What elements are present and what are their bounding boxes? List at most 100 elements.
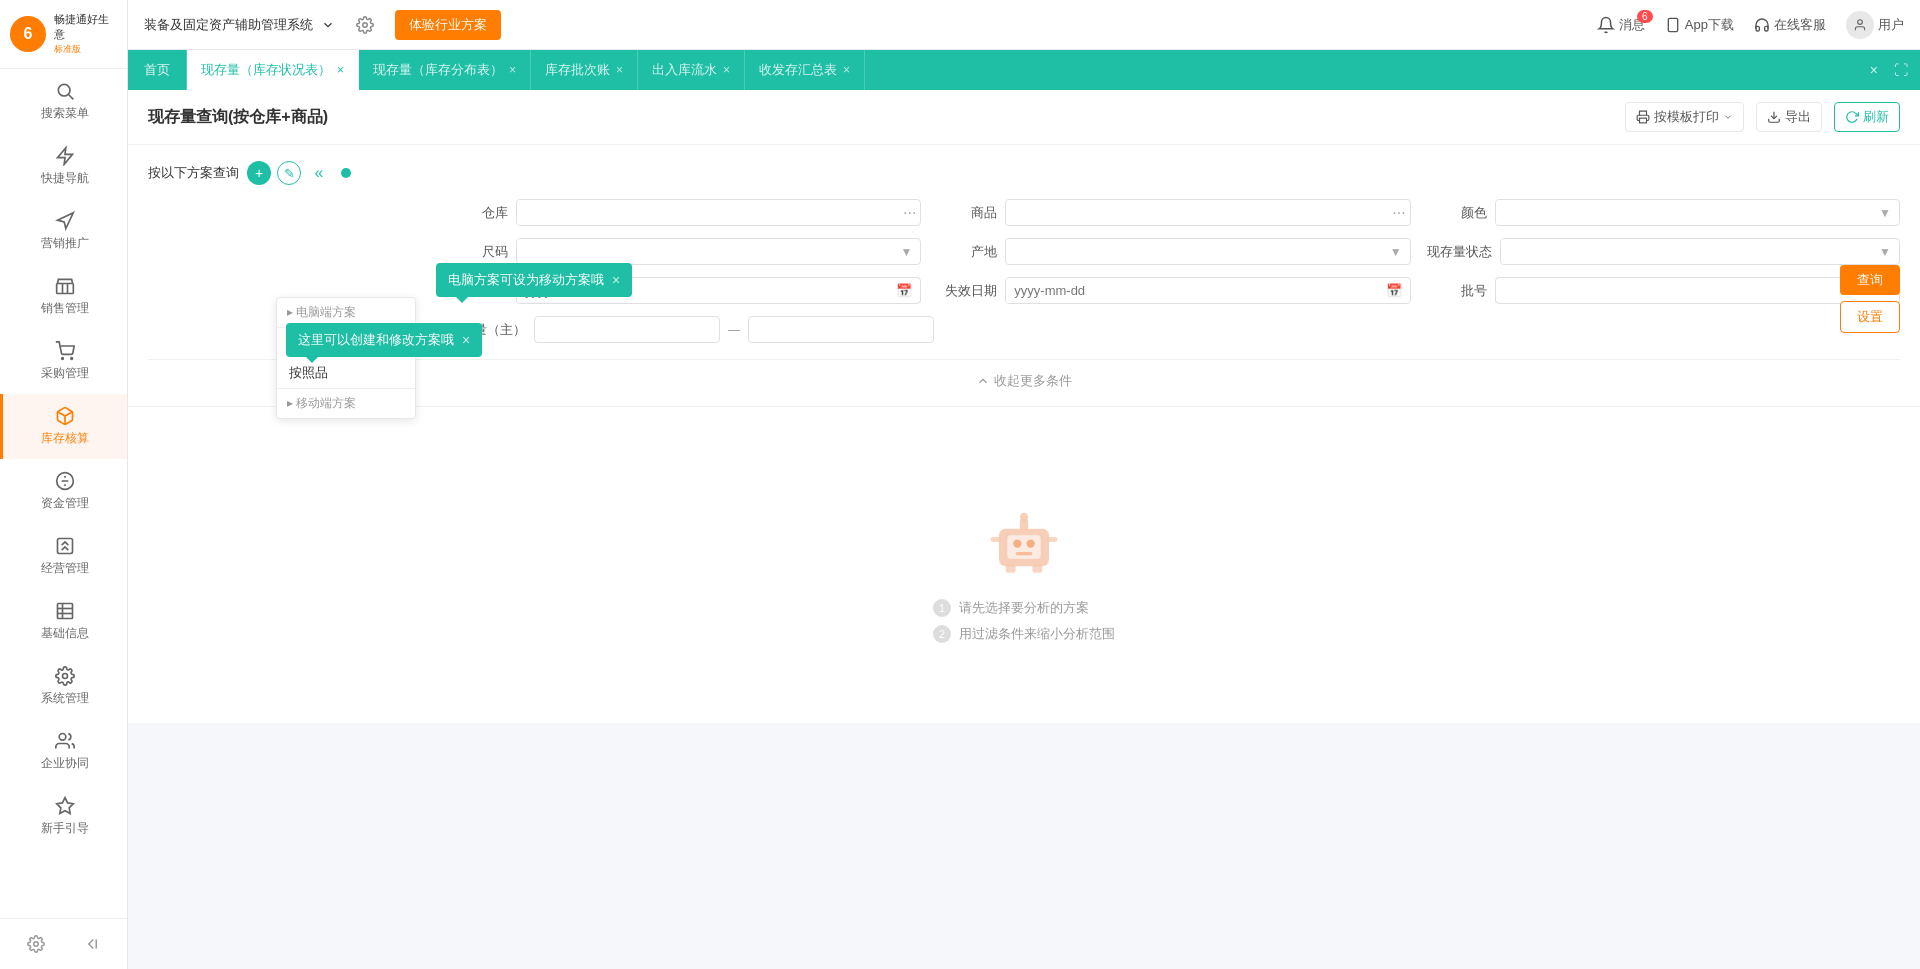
scheme-item-label-2: 按照品 [289, 364, 328, 382]
sidebar-item-basic[interactable]: 基础信息 [0, 589, 127, 654]
tab-receive-close[interactable]: × [843, 64, 850, 76]
sidebar-settings-btn[interactable] [23, 931, 49, 957]
tab-batch[interactable]: 库存批次账 × [531, 50, 638, 90]
sidebar-item-quick[interactable]: 快捷导航 [0, 134, 127, 199]
goods-label: 商品 [937, 204, 997, 222]
user-menu[interactable]: 用户 [1846, 11, 1904, 39]
service-btn[interactable]: 在线客服 [1754, 16, 1826, 34]
chevron-down-print-icon [1723, 112, 1733, 122]
svg-rect-3 [57, 283, 74, 293]
experience-btn[interactable]: 体验行业方案 [395, 10, 501, 40]
tab-receive-label: 收发存汇总表 [759, 61, 837, 79]
svg-point-18 [34, 942, 39, 947]
tab-batch-close[interactable]: × [616, 64, 623, 76]
phone-icon [1665, 17, 1681, 33]
tab-inventory-status-close[interactable]: × [337, 64, 344, 76]
stock-main-sep: — [728, 323, 740, 337]
close-all-tabs-btn[interactable]: × [1866, 58, 1882, 82]
stock-main-min-input[interactable] [534, 316, 720, 343]
warehouse-input[interactable] [517, 200, 899, 225]
tab-inout-close[interactable]: × [723, 64, 730, 76]
refresh-btn[interactable]: 刷新 [1834, 102, 1900, 132]
sidebar-item-purchase-label: 采购管理 [41, 365, 89, 382]
query-buttons: 查询 设置 [1840, 265, 1900, 333]
tree-item-2[interactable]: 按照品 [277, 358, 415, 388]
svg-rect-21 [1668, 18, 1677, 31]
color-label: 颜色 [1427, 204, 1487, 222]
page-actions: 按模板打印 导出 刷新 [1625, 102, 1900, 132]
fullscreen-btn[interactable]: ⛶ [1890, 58, 1912, 82]
app-download-btn[interactable]: App下载 [1665, 16, 1734, 34]
size-input[interactable] [517, 239, 892, 264]
collapse-more-btn[interactable]: 收起更多条件 [976, 372, 1072, 390]
tab-inventory-dist[interactable]: 现存量（库存分布表） × [359, 50, 531, 90]
chevron-down-icon [321, 18, 335, 32]
sidebar-item-operation[interactable]: 经营管理 [0, 524, 127, 589]
stock-status-input[interactable] [1501, 239, 1871, 264]
scheme-back-btn[interactable]: « [307, 161, 331, 185]
sidebar-item-marketing[interactable]: 营销推广 [0, 199, 127, 264]
svg-line-1 [69, 95, 74, 100]
sidebar-item-sales[interactable]: 销售管理 [0, 264, 127, 329]
chevron-up-icon [976, 374, 990, 388]
tooltip2-close-btn[interactable]: × [462, 332, 470, 348]
svg-point-20 [363, 22, 368, 27]
color-input[interactable] [1496, 200, 1871, 225]
stock-main-max-input[interactable] [748, 316, 934, 343]
notice-count-badge: 6 [1637, 10, 1653, 23]
empty-illustration [974, 487, 1074, 587]
edit-scheme-btn[interactable]: ✎ [277, 161, 301, 185]
sidebar-item-finance[interactable]: 资金管理 [0, 459, 127, 524]
page-inner: 现存量查询(按仓库+商品) 按模板打印 导出 刷新 [128, 90, 1920, 723]
tab-home[interactable]: 首页 [128, 50, 187, 90]
export-icon [1767, 110, 1781, 124]
notice-btn[interactable]: 6 消息 [1597, 16, 1645, 34]
origin-dropdown-btn[interactable]: ▼ [1382, 245, 1410, 259]
sidebar-item-guide[interactable]: 新手引导 [0, 784, 127, 849]
tooltip1-close-btn[interactable]: × [612, 272, 620, 288]
sidebar-item-system[interactable]: 系统管理 [0, 654, 127, 719]
tab-inventory-dist-label: 现存量（库存分布表） [373, 61, 503, 79]
tab-home-label: 首页 [144, 61, 170, 79]
sidebar-item-purchase[interactable]: 采购管理 [0, 329, 127, 394]
lightning-icon [55, 146, 75, 166]
tab-receive[interactable]: 收发存汇总表 × [745, 50, 865, 90]
headphones-icon [1754, 17, 1770, 33]
svg-point-16 [59, 733, 66, 740]
search-btn[interactable]: 查询 [1840, 265, 1900, 295]
sidebar-collapse-btn[interactable] [78, 931, 104, 957]
expire-date-cal-icon[interactable]: 📅 [1378, 283, 1410, 298]
user-label: 用户 [1878, 16, 1904, 34]
tip-num-2: 2 [933, 625, 951, 643]
export-btn[interactable]: 导出 [1756, 102, 1822, 132]
origin-input[interactable] [1006, 239, 1381, 264]
sidebar-item-system-label: 系统管理 [41, 690, 89, 707]
tab-inout[interactable]: 出入库流水 × [638, 50, 745, 90]
tab-batch-label: 库存批次账 [545, 61, 610, 79]
goods-input[interactable] [1006, 200, 1388, 225]
expire-date-input[interactable] [1006, 278, 1377, 303]
color-dropdown-btn[interactable]: ▼ [1871, 206, 1899, 220]
sidebar-item-enterprise[interactable]: 企业协同 [0, 719, 127, 784]
size-dropdown-btn[interactable]: ▼ [892, 245, 920, 259]
warehouse-dots-btn[interactable]: ··· [899, 204, 920, 222]
header-settings-btn[interactable] [351, 11, 379, 39]
prod-date-cal-icon[interactable]: 📅 [888, 283, 920, 298]
filter-row-4: 现存量（主） — [448, 316, 1900, 343]
system-selector[interactable]: 装备及固定资产辅助管理系统 [144, 16, 335, 34]
filter-header: 按以下方案查询 + ✎ « [148, 161, 1900, 185]
search-icon [55, 81, 75, 101]
sidebar-item-inventory[interactable]: 库存核算 [0, 394, 127, 459]
add-scheme-btn[interactable]: + [247, 161, 271, 185]
sidebar-item-marketing-label: 营销推广 [41, 235, 89, 252]
filter-controls: + ✎ « [247, 161, 331, 185]
reset-btn[interactable]: 设置 [1840, 301, 1900, 333]
goods-dots-btn[interactable]: ··· [1388, 204, 1409, 222]
tab-inventory-dist-close[interactable]: × [509, 64, 516, 76]
tip-text-1: 请先选择要分析的方案 [959, 599, 1089, 617]
print-btn[interactable]: 按模板打印 [1625, 102, 1744, 132]
sidebar-nav: 搜索菜单 快捷导航 营销推广 销售管理 采购管理 库存核算 资金 [0, 69, 127, 918]
stock-status-dropdown-btn[interactable]: ▼ [1871, 245, 1899, 259]
tab-inventory-status[interactable]: 现存量（库存状况表） × [187, 50, 359, 90]
sidebar-item-search[interactable]: 搜索菜单 [0, 69, 127, 134]
